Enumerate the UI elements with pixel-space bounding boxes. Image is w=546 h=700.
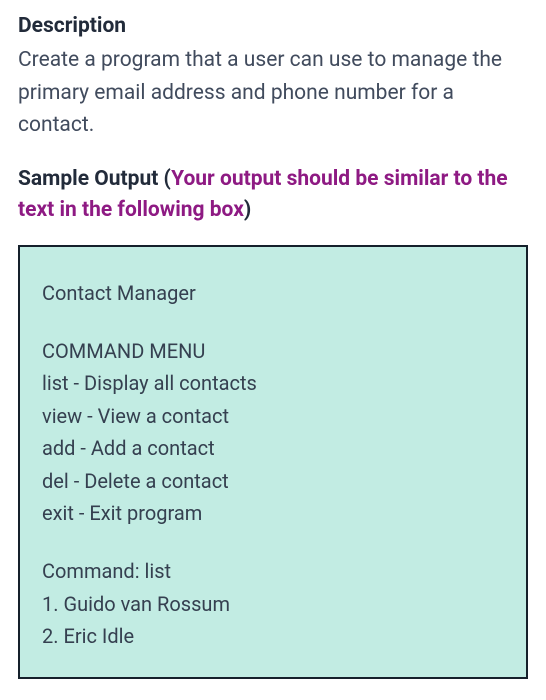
blank-line	[42, 309, 504, 335]
console-title: Contact Manager	[42, 277, 504, 309]
console-result: 2. Eric Idle	[42, 620, 504, 652]
console-menu-item: add - Add a contact	[42, 432, 504, 464]
sample-output-box: Contact Manager COMMAND MENU list - Disp…	[18, 245, 528, 679]
console-output: Contact Manager COMMAND MENU list - Disp…	[42, 277, 504, 653]
sample-output-heading: Sample Output (Your output should be sim…	[18, 164, 528, 227]
console-menu-header: COMMAND MENU	[42, 335, 504, 367]
console-menu-item: del - Delete a contact	[42, 465, 504, 497]
description-body: Create a program that a user can use to …	[18, 44, 528, 142]
console-prompt: Command: list	[42, 555, 504, 587]
description-heading: Description	[18, 14, 528, 38]
console-menu-item: view - View a contact	[42, 400, 504, 432]
console-result: 1. Guido van Rossum	[42, 588, 504, 620]
sample-label-before: Sample Output (	[18, 167, 171, 191]
console-menu-item: list - Display all contacts	[42, 367, 504, 399]
blank-line	[42, 529, 504, 555]
console-menu-item: exit - Exit program	[42, 497, 504, 529]
sample-label-after: )	[244, 198, 251, 222]
